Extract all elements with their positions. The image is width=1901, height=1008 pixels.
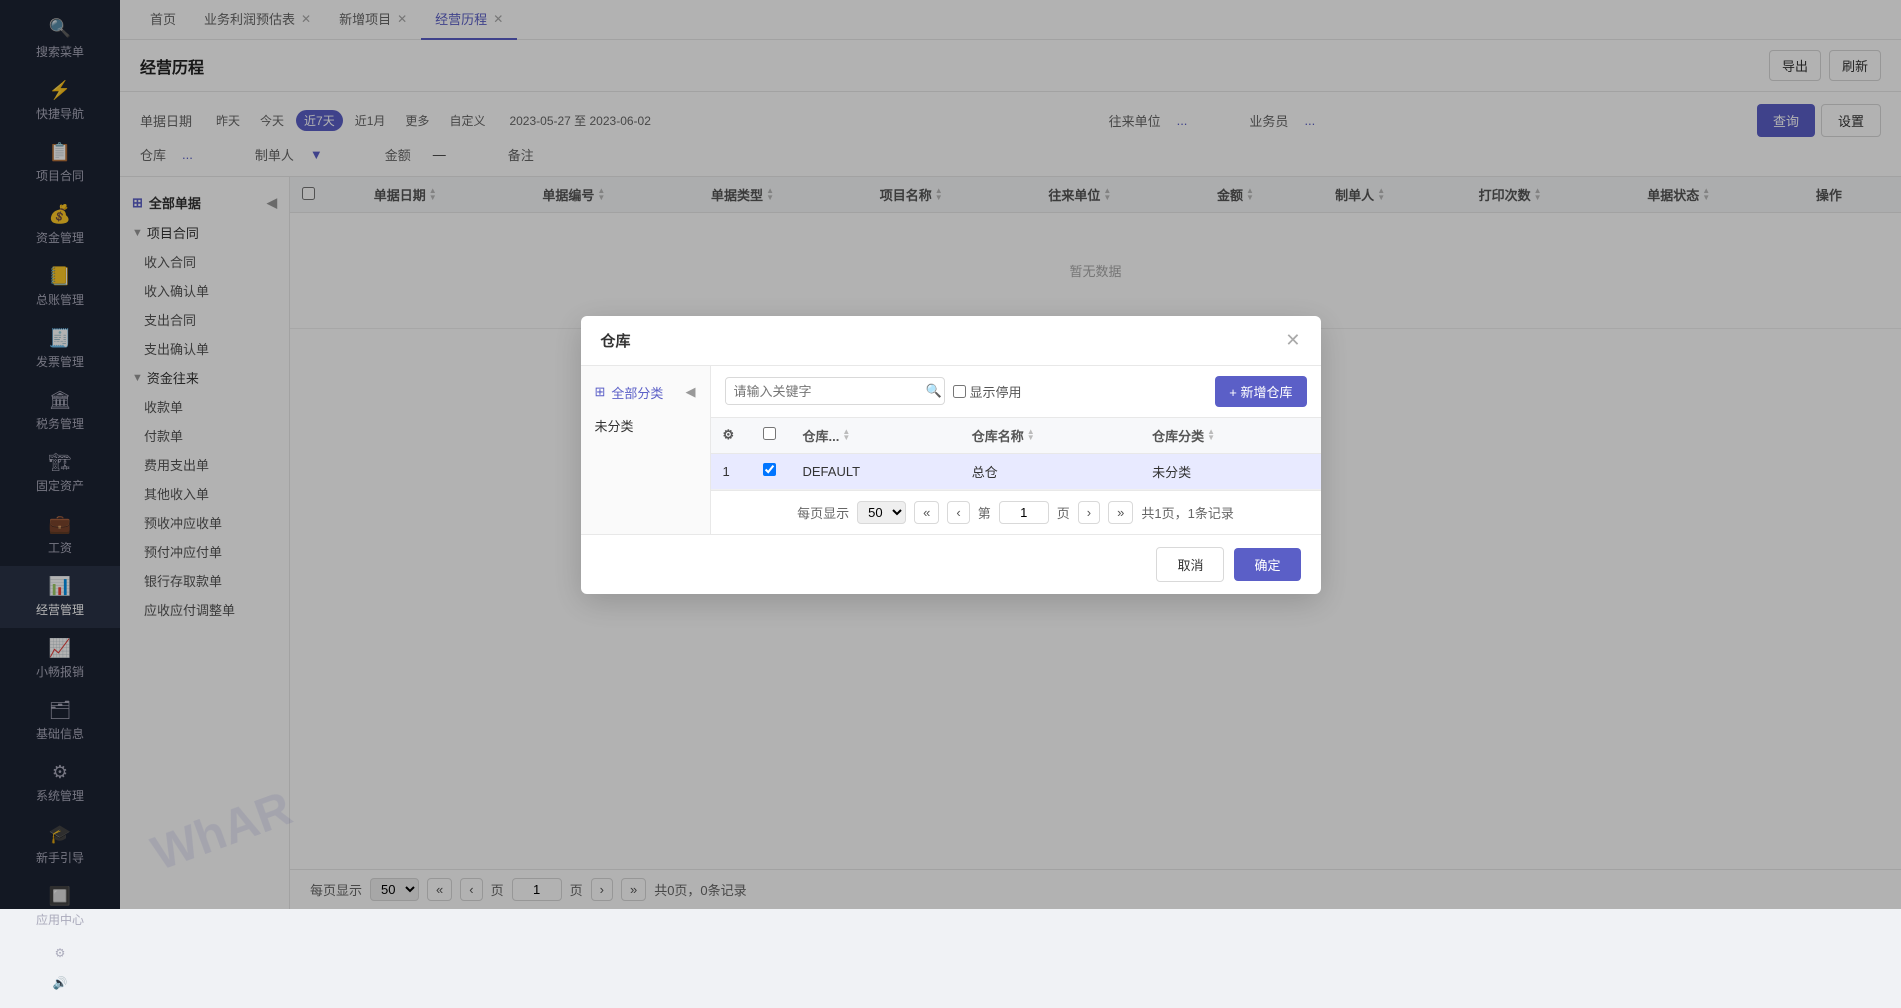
modal-select-all[interactable] [763, 427, 776, 440]
modal-total-info: 共1页，1条记录 [1141, 503, 1233, 522]
modal-table-row[interactable]: 1 DEFAULT 总仓 未分类 [711, 453, 1321, 489]
modal-pagination: 每页显示 50 « ‹ 第 页 › » 共1页，1条记录 [711, 490, 1321, 534]
show-disabled-checkbox[interactable]: 显示停用 [953, 382, 1022, 401]
modal-warehouse-table: ⚙ 仓库... ▲▼ [711, 418, 1321, 490]
sidebar-sound-btn[interactable]: 🔊 [0, 968, 120, 998]
modal-left-panel: ⊞ 全部分类 ◀ 未分类 [581, 366, 711, 534]
row-checkbox [751, 453, 791, 489]
collapse-left-icon[interactable]: ◀ [686, 384, 696, 400]
modal-page-label: 第 [978, 503, 991, 522]
settings-icon[interactable]: ⚙ [723, 427, 735, 442]
row-category: 未分类 [1140, 453, 1320, 489]
modal-toolbar: 🔍 显示停用 + 新增仓库 [711, 366, 1321, 418]
modal-page-size-label: 每页显示 [797, 503, 849, 522]
show-disabled-input[interactable] [953, 385, 966, 398]
warehouse-modal: 仓库 ✕ ⊞ 全部分类 ◀ 未分类 [581, 316, 1321, 594]
row-name: 总仓 [960, 453, 1140, 489]
modal-next-page-btn[interactable]: › [1078, 501, 1100, 524]
modal-page-size-select[interactable]: 50 [857, 501, 906, 524]
modal-last-page-btn[interactable]: » [1108, 501, 1133, 524]
sidebar-settings-btn[interactable]: ⚙ [0, 938, 120, 968]
modal-first-page-btn[interactable]: « [914, 501, 939, 524]
modal-left-uncat[interactable]: 未分类 [581, 409, 710, 442]
modal-header: 仓库 ✕ [581, 316, 1321, 366]
modal-overlay[interactable]: 仓库 ✕ ⊞ 全部分类 ◀ 未分类 [0, 0, 1901, 909]
grid-icon: ⊞ [595, 384, 606, 400]
row-index: 1 [711, 453, 751, 489]
modal-footer: 取消 确定 [581, 534, 1321, 594]
modal-close-button[interactable]: ✕ [1285, 331, 1300, 349]
modal-th-category[interactable]: 仓库分类 ▲▼ [1140, 418, 1320, 454]
modal-cancel-button[interactable]: 取消 [1156, 547, 1224, 582]
modal-th-checkbox [751, 418, 791, 454]
modal-search-box: 🔍 [725, 377, 945, 405]
modal-confirm-button[interactable]: 确定 [1234, 548, 1300, 581]
sidebar-bottom: ⚙ 🔊 [0, 938, 120, 1008]
row-code: DEFAULT [791, 453, 960, 489]
modal-body: ⊞ 全部分类 ◀ 未分类 🔍 显示停用 [581, 366, 1321, 534]
modal-title: 仓库 [601, 330, 631, 351]
modal-prev-page-btn[interactable]: ‹ [947, 501, 969, 524]
modal-table-wrap: ⚙ 仓库... ▲▼ [711, 418, 1321, 490]
modal-search-icon[interactable]: 🔍 [918, 378, 945, 404]
modal-search-input[interactable] [726, 379, 918, 404]
sidebar-app-label: 应用中心 [36, 911, 84, 928]
modal-th-name[interactable]: 仓库名称 ▲▼ [960, 418, 1140, 454]
modal-left-uncat-label: 未分类 [595, 416, 634, 435]
modal-th-settings: ⚙ [711, 418, 751, 454]
add-warehouse-button[interactable]: + 新增仓库 [1215, 376, 1306, 407]
modal-page-label2: 页 [1057, 503, 1070, 522]
modal-left-all-label: 全部分类 [611, 383, 663, 402]
show-disabled-label: 显示停用 [970, 382, 1022, 401]
modal-left-all-category[interactable]: ⊞ 全部分类 ◀ [581, 376, 710, 409]
modal-page-input[interactable] [999, 501, 1049, 524]
modal-th-code[interactable]: 仓库... ▲▼ [791, 418, 960, 454]
row-select-checkbox[interactable] [763, 463, 776, 476]
modal-right-panel: 🔍 显示停用 + 新增仓库 ⚙ [711, 366, 1321, 534]
